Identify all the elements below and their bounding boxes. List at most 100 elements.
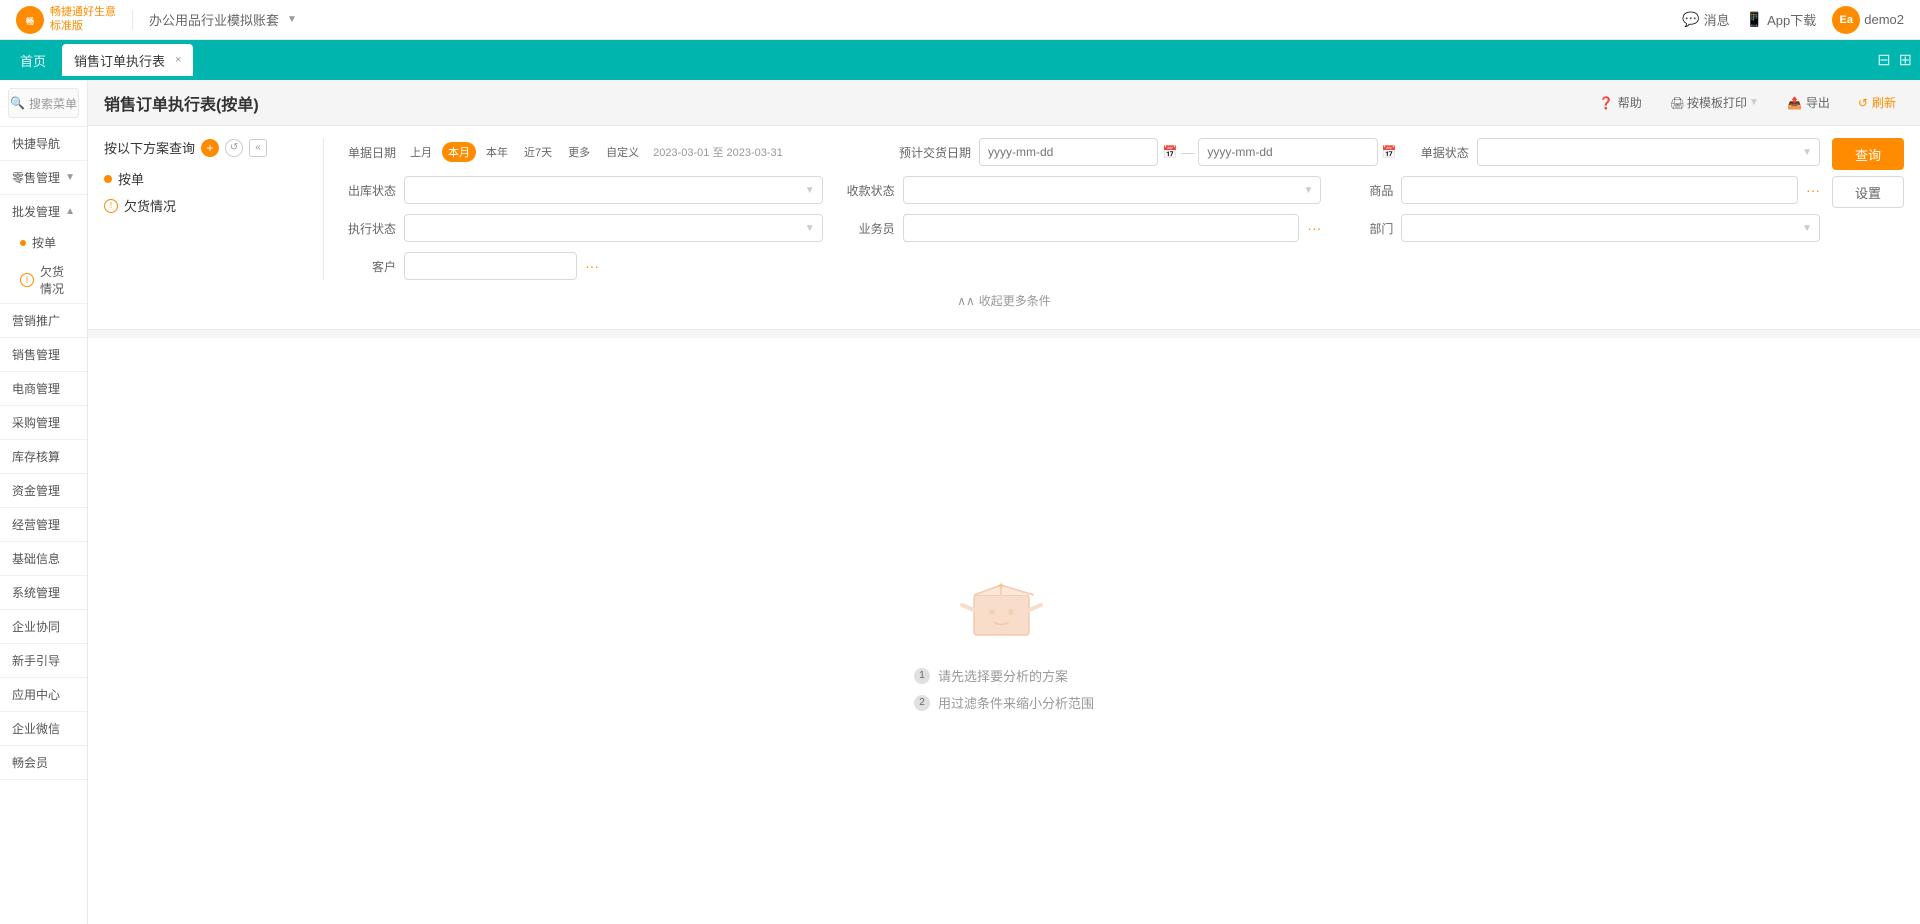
status-select[interactable] [1477,138,1820,166]
date-range-text: 2023-03-01 至 2023-03-31 [653,144,783,160]
date-btn-this-month[interactable]: 本月 [442,142,476,162]
sidebar-sub-item-order[interactable]: 按单 [0,228,87,257]
sidebar-item-onboarding[interactable]: 新手引导 [0,644,87,677]
sidebar-marketing-section: 营销推广 [0,304,87,338]
tab-close-icon[interactable]: × [175,54,181,66]
delivery-date-start-calendar-icon[interactable]: 📅 [1162,145,1177,159]
active-tab[interactable]: 销售订单执行表 × [62,44,193,76]
sidebar-item-ecommerce[interactable]: 电商管理 [0,372,87,405]
sidebar-item-finance[interactable]: 资金管理 [0,474,87,507]
sidebar-item-purchase[interactable]: 采购管理 [0,406,87,439]
salesperson-input[interactable] [903,214,1300,242]
expected-delivery-filter-group: 预计交货日期 📅 — 📅 [899,138,1397,166]
sidebar-onboarding-section: 新手引导 [0,644,87,678]
date-btn-this-year[interactable]: 本年 [480,142,514,162]
print-icon: 🖨 [1670,96,1685,110]
customer-more-button[interactable]: ··· [585,258,599,274]
home-tab[interactable]: 首页 [8,44,58,76]
sidebar-item-operations[interactable]: 经营管理 [0,508,87,541]
filter-actions: 查询 设置 [1820,138,1904,280]
sidebar-item-retail[interactable]: 零售管理 ▼ [0,161,87,194]
sidebar-system-section: 系统管理 [0,576,87,610]
receive-status-select[interactable] [903,176,1322,204]
search-icon: 🔍 [10,96,25,110]
sidebar-item-member[interactable]: 畅会员 [0,746,87,779]
collapse-schema-button[interactable]: « [249,139,267,157]
salesperson-more-button[interactable]: ··· [1307,220,1321,236]
sidebar-item-wechat[interactable]: 企业微信 [0,712,87,745]
sidebar-item-wholesale[interactable]: 批发管理 ▲ [0,195,87,228]
filter-row-1: 单据日期 上月 本月 本年 近7天 更多 自定义 2023-03-01 至 20… [340,138,1820,166]
retail-arrow-icon: ▼ [65,172,75,183]
product-more-button[interactable]: ··· [1806,182,1820,198]
search-menu-button[interactable]: 🔍 搜索菜单 [8,88,79,118]
sidebar: 🔍 搜索菜单 快捷导航 零售管理 ▼ 批发管理 ▲ 按单 [0,80,88,924]
dropdown-arrow-icon[interactable]: ▼ [287,14,297,25]
date-btn-more[interactable]: 更多 [562,142,596,162]
tab-bar: 首页 销售订单执行表 × ⊟ ⊞ [0,40,1920,80]
sidebar-item-appcenter[interactable]: 应用中心 [0,678,87,711]
sidebar-purchase-section: 采购管理 [0,406,87,440]
filter-row-3: 执行状态 ▼ 业务员 ··· [340,214,1820,242]
app-download-button[interactable]: 📱 App下载 [1746,10,1817,29]
sidebar-member-section: 畅会员 [0,746,87,780]
sidebar-sub-item-debt[interactable]: ! 欠货情况 [0,257,87,303]
receive-status-filter-group: 收款状态 ▼ [839,176,1322,204]
sidebar-item-inventory[interactable]: 库存核算 [0,440,87,473]
refresh-button[interactable]: ↺ 刷新 [1850,90,1904,115]
outbound-status-select[interactable] [404,176,823,204]
main-layout: 🔍 搜索菜单 快捷导航 零售管理 ▼ 批发管理 ▲ 按单 [0,80,1920,924]
sidebar-item-basic[interactable]: 基础信息 [0,542,87,575]
empty-tip-2: 2 用过滤条件来缩小分析范围 [914,693,1094,712]
print-button[interactable]: 🖨 按模板打印 ▼ [1662,90,1767,115]
sidebar-item-system[interactable]: 系统管理 [0,576,87,609]
delivery-date-start-input[interactable] [979,138,1158,166]
refresh-schema-button[interactable]: ↺ [225,139,243,157]
sidebar-item-sales[interactable]: 销售管理 [0,338,87,371]
sidebar-item-cooperation[interactable]: 企业协同 [0,610,87,643]
content-area: 销售订单执行表(按单) ❓ 帮助 🖨 按模板打印 ▼ 📤 导出 ↺ 刷新 [88,80,1920,924]
page-actions: ❓ 帮助 🖨 按模板打印 ▼ 📤 导出 ↺ 刷新 [1591,90,1904,115]
customer-input[interactable] [404,252,577,280]
settings-button[interactable]: 设置 [1832,176,1904,208]
sidebar-inventory-section: 库存核算 [0,440,87,474]
product-input[interactable] [1401,176,1798,204]
export-button[interactable]: 📤 导出 [1779,90,1838,115]
help-button[interactable]: ❓ 帮助 [1591,90,1650,115]
add-schema-button[interactable]: + [201,139,219,157]
date-label: 单据日期 [340,144,396,161]
delivery-date-end-calendar-icon[interactable]: 📅 [1382,145,1397,159]
tab-minimize-icon[interactable]: ⊟ [1877,50,1890,70]
search-button[interactable]: 查询 [1832,138,1904,170]
sidebar-cooperation-section: 企业协同 [0,610,87,644]
execute-status-select[interactable] [404,214,823,242]
delivery-date-end-input[interactable] [1198,138,1377,166]
system-title: 办公用品行业模拟账套 [149,10,279,29]
sidebar-item-marketing[interactable]: 营销推广 [0,304,87,337]
schema-item-debt[interactable]: ! 欠货情况 [104,192,311,219]
filter-panel: 按以下方案查询 + ↺ « 按单 ! 欠货情况 [88,125,1920,330]
expected-delivery-label: 预计交货日期 [899,144,971,161]
logo-text: 畅捷通好生意 标准版 [50,6,116,32]
user-profile[interactable]: Ea demo2 [1832,6,1904,34]
status-label: 单据状态 [1413,144,1469,161]
sidebar-item-quick-nav[interactable]: 快捷导航 [0,127,87,160]
message-button[interactable]: 💬 消息 [1682,10,1729,29]
collapse-button[interactable]: ∧∧ 收起更多条件 [957,292,1051,309]
filter-main-area: 单据日期 上月 本月 本年 近7天 更多 自定义 2023-03-01 至 20… [324,138,1820,280]
sidebar-appcenter-section: 应用中心 [0,678,87,712]
sidebar-sales-section: 销售管理 [0,338,87,372]
department-select[interactable] [1401,214,1820,242]
filter-panel-content: 按以下方案查询 + ↺ « 按单 ! 欠货情况 [104,138,1904,280]
date-btn-last-month[interactable]: 上月 [404,142,438,162]
date-btn-7days[interactable]: 近7天 [518,142,558,162]
filter-schema-panel: 按以下方案查询 + ↺ « 按单 ! 欠货情况 [104,138,324,280]
sidebar-search-area: 🔍 搜索菜单 [0,80,87,127]
schema-item-order[interactable]: 按单 [104,165,311,192]
department-filter-group: 部门 ▼ [1337,214,1820,242]
collapse-up-icon: ∧∧ [957,294,975,308]
top-bar: 畅 畅捷通好生意 标准版 办公用品行业模拟账套 ▼ 💬 消息 📱 App下载 E… [0,0,1920,40]
date-btn-custom[interactable]: 自定义 [600,142,645,162]
tab-maximize-icon[interactable]: ⊞ [1899,50,1912,70]
empty-illustration: ✦ [954,550,1054,650]
